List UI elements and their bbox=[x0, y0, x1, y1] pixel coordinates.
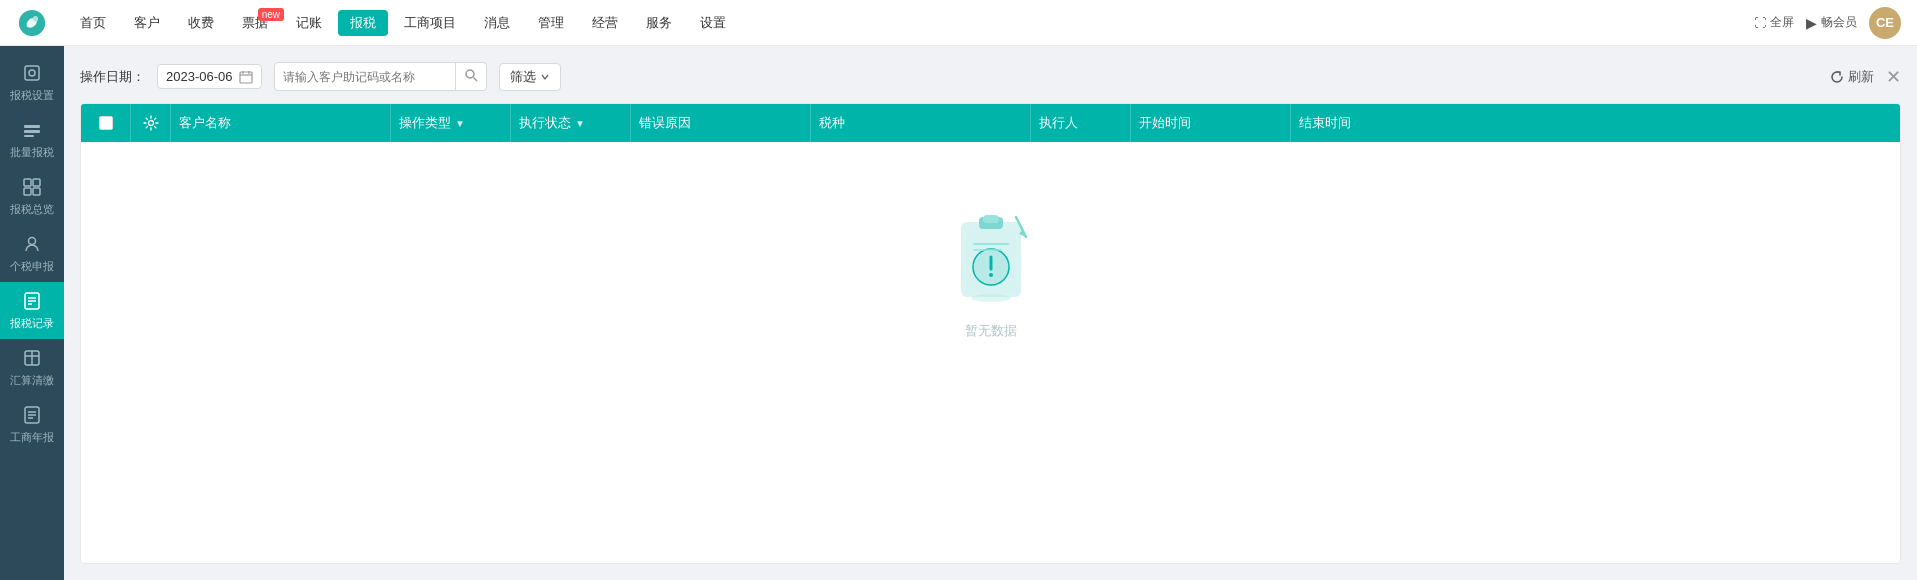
nav-customer[interactable]: 客户 bbox=[122, 10, 172, 36]
date-picker[interactable]: 2023-06-06 bbox=[157, 64, 262, 89]
chevron-down-icon bbox=[540, 72, 550, 82]
th-settings[interactable] bbox=[131, 104, 171, 142]
tax-settings-icon bbox=[21, 62, 43, 84]
svg-point-3 bbox=[29, 70, 35, 76]
filter-button[interactable]: 筛选 bbox=[499, 63, 561, 91]
record-icon bbox=[21, 290, 43, 312]
member-btn[interactable]: ▶ 畅会员 bbox=[1806, 14, 1857, 31]
svg-point-36 bbox=[989, 273, 993, 277]
svg-rect-5 bbox=[24, 130, 40, 133]
personal-tax-icon bbox=[21, 233, 43, 255]
overview-icon bbox=[21, 176, 43, 198]
nav-business[interactable]: 工商项目 bbox=[392, 10, 468, 36]
search-input[interactable] bbox=[275, 66, 455, 88]
nav-items: 首页 客户 收费 票据 new 记账 报税 工商项目 消息 管理 经营 服务 设… bbox=[68, 10, 1754, 36]
svg-rect-8 bbox=[33, 179, 40, 186]
svg-point-27 bbox=[466, 70, 474, 78]
annual-report-icon bbox=[21, 404, 43, 426]
th-operation-type[interactable]: 操作类型 ▼ bbox=[391, 104, 511, 142]
logo[interactable] bbox=[16, 7, 48, 39]
header-checkbox[interactable] bbox=[99, 116, 113, 130]
sidebar-item-settlement[interactable]: 汇算清缴 bbox=[0, 339, 64, 396]
close-button[interactable]: ✕ bbox=[1886, 66, 1901, 88]
fullscreen-btn[interactable]: ⛶ 全屏 bbox=[1754, 14, 1794, 31]
svg-rect-7 bbox=[24, 179, 31, 186]
avatar[interactable]: CE bbox=[1869, 7, 1901, 39]
refresh-icon bbox=[1830, 70, 1844, 84]
nav-message[interactable]: 消息 bbox=[472, 10, 522, 36]
svg-rect-10 bbox=[33, 188, 40, 195]
nav-settings[interactable]: 设置 bbox=[688, 10, 738, 36]
th-execute-status[interactable]: 执行状态 ▼ bbox=[511, 104, 631, 142]
nav-manage[interactable]: 管理 bbox=[526, 10, 576, 36]
top-nav: 首页 客户 收费 票据 new 记账 报税 工商项目 消息 管理 经营 服务 设… bbox=[0, 0, 1917, 46]
th-executor: 执行人 bbox=[1031, 104, 1131, 142]
nav-invoice[interactable]: 票据 new bbox=[230, 10, 280, 36]
nav-bookkeeping[interactable]: 记账 bbox=[284, 10, 334, 36]
nav-service[interactable]: 服务 bbox=[634, 10, 684, 36]
fullscreen-icon: ⛶ bbox=[1754, 16, 1766, 30]
svg-rect-6 bbox=[24, 135, 34, 137]
svg-line-28 bbox=[473, 78, 477, 82]
content-area: 操作日期： 2023-06-06 bbox=[64, 46, 1917, 580]
svg-rect-4 bbox=[24, 125, 40, 128]
settlement-icon bbox=[21, 347, 43, 369]
sidebar-item-personal-tax[interactable]: 个税申报 bbox=[0, 225, 64, 282]
search-icon bbox=[464, 68, 478, 82]
table-wrapper: 客户名称 操作类型 ▼ 执行状态 ▼ 错误原因 税种 执行人 bbox=[80, 103, 1901, 564]
sidebar-item-tax-settings[interactable]: 报税设置 bbox=[0, 54, 64, 111]
th-customer-name: 客户名称 bbox=[171, 104, 391, 142]
svg-rect-33 bbox=[983, 215, 999, 223]
svg-rect-9 bbox=[24, 188, 31, 195]
svg-point-11 bbox=[29, 238, 36, 245]
sort-icon: ▼ bbox=[455, 118, 465, 129]
svg-rect-23 bbox=[240, 72, 252, 83]
top-right-area: ⛶ 全屏 ▶ 畅会员 CE bbox=[1754, 7, 1901, 39]
refresh-button[interactable]: 刷新 bbox=[1830, 68, 1874, 86]
nav-home[interactable]: 首页 bbox=[68, 10, 118, 36]
th-checkbox[interactable] bbox=[81, 104, 131, 142]
nav-billing[interactable]: 收费 bbox=[176, 10, 226, 36]
settings-icon bbox=[143, 115, 159, 131]
th-tax-type: 税种 bbox=[811, 104, 1031, 142]
date-label: 操作日期： bbox=[80, 68, 145, 86]
svg-point-1 bbox=[33, 16, 38, 21]
th-error-reason: 错误原因 bbox=[631, 104, 811, 142]
empty-state: 暂无数据 bbox=[81, 142, 1900, 400]
sort-icon-2: ▼ bbox=[575, 118, 585, 129]
sidebar: 报税设置 批量报税 报税总览 bbox=[0, 46, 64, 580]
svg-rect-2 bbox=[25, 66, 39, 80]
new-badge: new bbox=[258, 8, 284, 21]
sidebar-item-record[interactable]: 报税记录 bbox=[0, 282, 64, 339]
th-end-time: 结束时间 bbox=[1291, 104, 1431, 142]
svg-point-39 bbox=[971, 294, 1011, 302]
sidebar-item-overview[interactable]: 报税总览 bbox=[0, 168, 64, 225]
th-start-time: 开始时间 bbox=[1131, 104, 1291, 142]
sidebar-item-batch-tax[interactable]: 批量报税 bbox=[0, 111, 64, 168]
top-right-actions: 刷新 ✕ bbox=[1830, 66, 1901, 88]
calendar-icon bbox=[239, 70, 253, 84]
batch-tax-icon bbox=[21, 119, 43, 141]
search-box bbox=[274, 62, 487, 91]
table-header: 客户名称 操作类型 ▼ 执行状态 ▼ 错误原因 税种 执行人 bbox=[81, 104, 1900, 142]
filter-bar: 操作日期： 2023-06-06 bbox=[80, 62, 1901, 91]
search-button[interactable] bbox=[455, 63, 486, 90]
empty-illustration bbox=[941, 202, 1041, 312]
member-icon: ▶ bbox=[1806, 15, 1817, 31]
nav-tax[interactable]: 报税 bbox=[338, 10, 388, 36]
date-value: 2023-06-06 bbox=[166, 69, 233, 84]
main-layout: 报税设置 批量报税 报税总览 bbox=[0, 46, 1917, 580]
sidebar-item-annual-report[interactable]: 工商年报 bbox=[0, 396, 64, 453]
nav-operation[interactable]: 经营 bbox=[580, 10, 630, 36]
svg-point-29 bbox=[148, 121, 153, 126]
